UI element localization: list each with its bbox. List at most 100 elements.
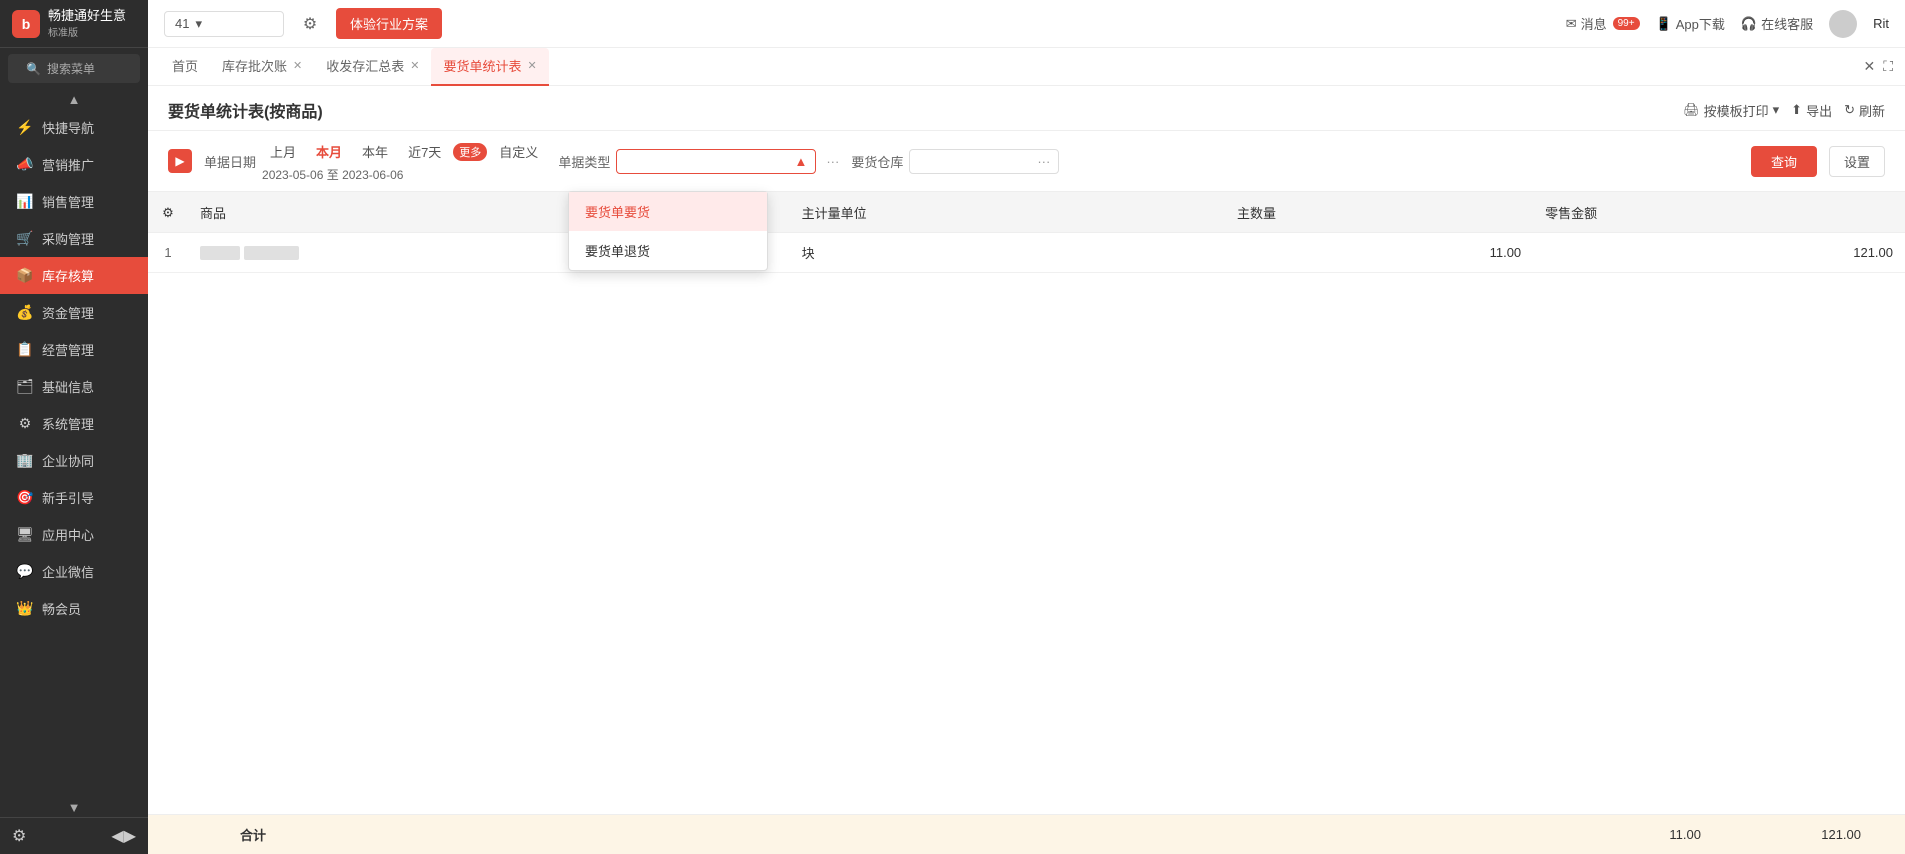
sidebar-item-label: 销售管理 [42, 192, 94, 211]
cell-index: 1 [148, 233, 188, 273]
sidebar-item-system[interactable]: ⚙ 系统管理 [0, 405, 148, 442]
tab-close-receive[interactable]: ✕ [410, 59, 419, 72]
sidebar-item-purchase[interactable]: 🛒 采购管理 [0, 220, 148, 257]
enterprise-icon: 🏢 [16, 452, 34, 470]
type-filter-group: 单据类型 ▲ ··· [558, 149, 839, 174]
sidebar-item-label: 资金管理 [42, 303, 94, 322]
search-icon: 🔍 [26, 62, 41, 76]
date-btn-last-month[interactable]: 上月 [262, 139, 304, 164]
sidebar-item-sales[interactable]: 📊 销售管理 [0, 183, 148, 220]
online-service-action[interactable]: 🎧 在线客服 [1741, 14, 1813, 33]
operation-icon: 📋 [16, 341, 34, 359]
sidebar-item-operation[interactable]: 📋 经营管理 [0, 331, 148, 368]
sidebar-footer: ⚙ ◀▶ [0, 817, 148, 854]
date-range-display: 2023-05-06 至 2023-06-06 [262, 166, 546, 183]
message-badge: 99+ [1613, 17, 1640, 30]
type-filter-input[interactable]: ▲ [616, 149, 816, 174]
warehouse-filter-input[interactable]: ··· [909, 149, 1059, 174]
sidebar-scroll-up[interactable]: ▲ [0, 89, 148, 109]
date-btn-7days[interactable]: 近7天 [400, 139, 449, 164]
sidebar-item-enterprise[interactable]: 🏢 企业协同 [0, 442, 148, 479]
gear-icon[interactable]: ⚙ [162, 205, 174, 220]
query-button[interactable]: 查询 [1751, 146, 1817, 177]
print-button[interactable]: 🖨 按模板打印 ▾ [1683, 101, 1779, 120]
type-filter-chevron-icon: ▲ [794, 154, 807, 169]
header-settings-button[interactable]: ⚙ [296, 10, 324, 38]
sidebar-item-finance[interactable]: 💰 资金管理 [0, 294, 148, 331]
collapse-icon[interactable]: ◀▶ [111, 826, 136, 846]
store-selector[interactable]: 41 ▾ [164, 11, 284, 37]
col-unit: 主计量单位 [790, 193, 1225, 233]
app-download-action[interactable]: 📱 App下载 [1656, 14, 1725, 33]
finance-icon: 💰 [16, 304, 34, 322]
date-more-badge[interactable]: 更多 [453, 143, 487, 161]
refresh-button[interactable]: ↻ 刷新 [1844, 101, 1885, 120]
tab-receive-summary[interactable]: 收发存汇总表 ✕ [314, 48, 431, 86]
system-icon: ⚙ [16, 415, 34, 433]
tab-close-batch[interactable]: ✕ [293, 59, 302, 72]
sidebar-item-label: 企业协同 [42, 451, 94, 470]
dropdown-item-order-goods[interactable]: 要货单要货 [569, 192, 767, 231]
sidebar-item-inventory[interactable]: 📦 库存核算 [0, 257, 148, 294]
print-icon: 🖨 [1683, 102, 1700, 118]
type-filter-more-icon[interactable]: ··· [826, 154, 839, 169]
setting-button[interactable]: 设置 [1829, 146, 1885, 177]
page-title: 要货单统计表(按商品) [168, 98, 323, 122]
tab-order-stats[interactable]: 要货单统计表 ✕ [431, 48, 548, 86]
user-avatar[interactable] [1829, 10, 1857, 38]
footer-label: 合计 [200, 825, 440, 844]
sidebar-item-guide[interactable]: 🎯 新手引导 [0, 479, 148, 516]
sidebar-item-app-center[interactable]: 🖥 应用中心 [0, 516, 148, 553]
sidebar-search[interactable]: 🔍 搜索菜单 [8, 54, 140, 83]
member-icon: 👑 [16, 600, 34, 618]
export-button[interactable]: ⬆ 导出 [1791, 101, 1832, 120]
data-table-area: ⚙ 商品 主计量单位 主数量 零售金额 1 [148, 193, 1905, 814]
app-center-icon: 🖥 [16, 526, 34, 544]
footer-quantity: 11.00 [1613, 827, 1713, 842]
sidebar-item-marketing[interactable]: 📣 营销推广 [0, 146, 148, 183]
trial-button[interactable]: 体验行业方案 [336, 8, 442, 39]
app-name: 畅捷通好生意 [48, 8, 126, 25]
filter-expand-button[interactable]: ▶ [168, 149, 192, 173]
sidebar-items: ⚡ 快捷导航 📣 营销推广 📊 销售管理 🛒 采购管理 📦 库存核算 💰 资金管… [0, 109, 148, 797]
logo-icon: b [12, 10, 40, 38]
service-icon: 🎧 [1741, 16, 1757, 32]
phone-icon: 📱 [1656, 16, 1672, 32]
type-dropdown: 要货单要货 要货单退货 [568, 191, 768, 271]
dropdown-item-order-return[interactable]: 要货单退货 [569, 231, 767, 270]
tab-batch-account[interactable]: 库存批次账 ✕ [210, 48, 314, 86]
sidebar-item-basic[interactable]: 🗂 基础信息 [0, 368, 148, 405]
tab-maximize-icon[interactable]: ⛶ [1883, 58, 1893, 75]
warehouse-more-icon[interactable]: ··· [1037, 154, 1050, 169]
basic-icon: 🗂 [16, 378, 34, 396]
sidebar-item-label: 快捷导航 [42, 118, 94, 137]
sidebar-scroll-down[interactable]: ▼ [0, 797, 148, 817]
date-btn-this-year[interactable]: 本年 [354, 139, 396, 164]
store-name: 41 [175, 16, 189, 31]
sidebar-item-label: 库存核算 [42, 266, 94, 285]
tab-home[interactable]: 首页 [160, 48, 210, 86]
message-action[interactable]: ✉ 消息 99+ [1566, 14, 1640, 33]
sidebar-item-label: 采购管理 [42, 229, 94, 248]
sidebar-logo: b 畅捷通好生意 标准版 [0, 0, 148, 48]
cell-unit: 块 [790, 233, 1225, 273]
table-footer: 合计 11.00 121.00 [148, 814, 1905, 854]
tab-close-order-stats[interactable]: ✕ [528, 59, 537, 72]
table-row: 1 块 11.00 121.00 [148, 233, 1905, 273]
user-name: Rit [1873, 16, 1889, 31]
app-sub: 标准版 [48, 24, 126, 39]
sidebar-item-label: 经营管理 [42, 340, 94, 359]
date-custom-btn[interactable]: 自定义 [491, 139, 546, 164]
col-gear: ⚙ [148, 193, 188, 233]
date-btn-this-month[interactable]: 本月 [308, 139, 350, 164]
sidebar-item-label: 企业微信 [42, 562, 94, 581]
sidebar-item-label: 应用中心 [42, 525, 94, 544]
date-filter-label: 单据日期 [204, 152, 256, 171]
warehouse-filter-group: 要货仓库 ··· [851, 149, 1059, 174]
sidebar-item-member[interactable]: 👑 畅会员 [0, 590, 148, 627]
col-amount: 零售金额 [1533, 193, 1905, 233]
sidebar-item-quick-nav[interactable]: ⚡ 快捷导航 [0, 109, 148, 146]
tab-close-all-icon[interactable]: ✕ [1863, 58, 1875, 75]
settings-icon[interactable]: ⚙ [12, 826, 26, 846]
sidebar-item-weixin[interactable]: 💬 企业微信 [0, 553, 148, 590]
